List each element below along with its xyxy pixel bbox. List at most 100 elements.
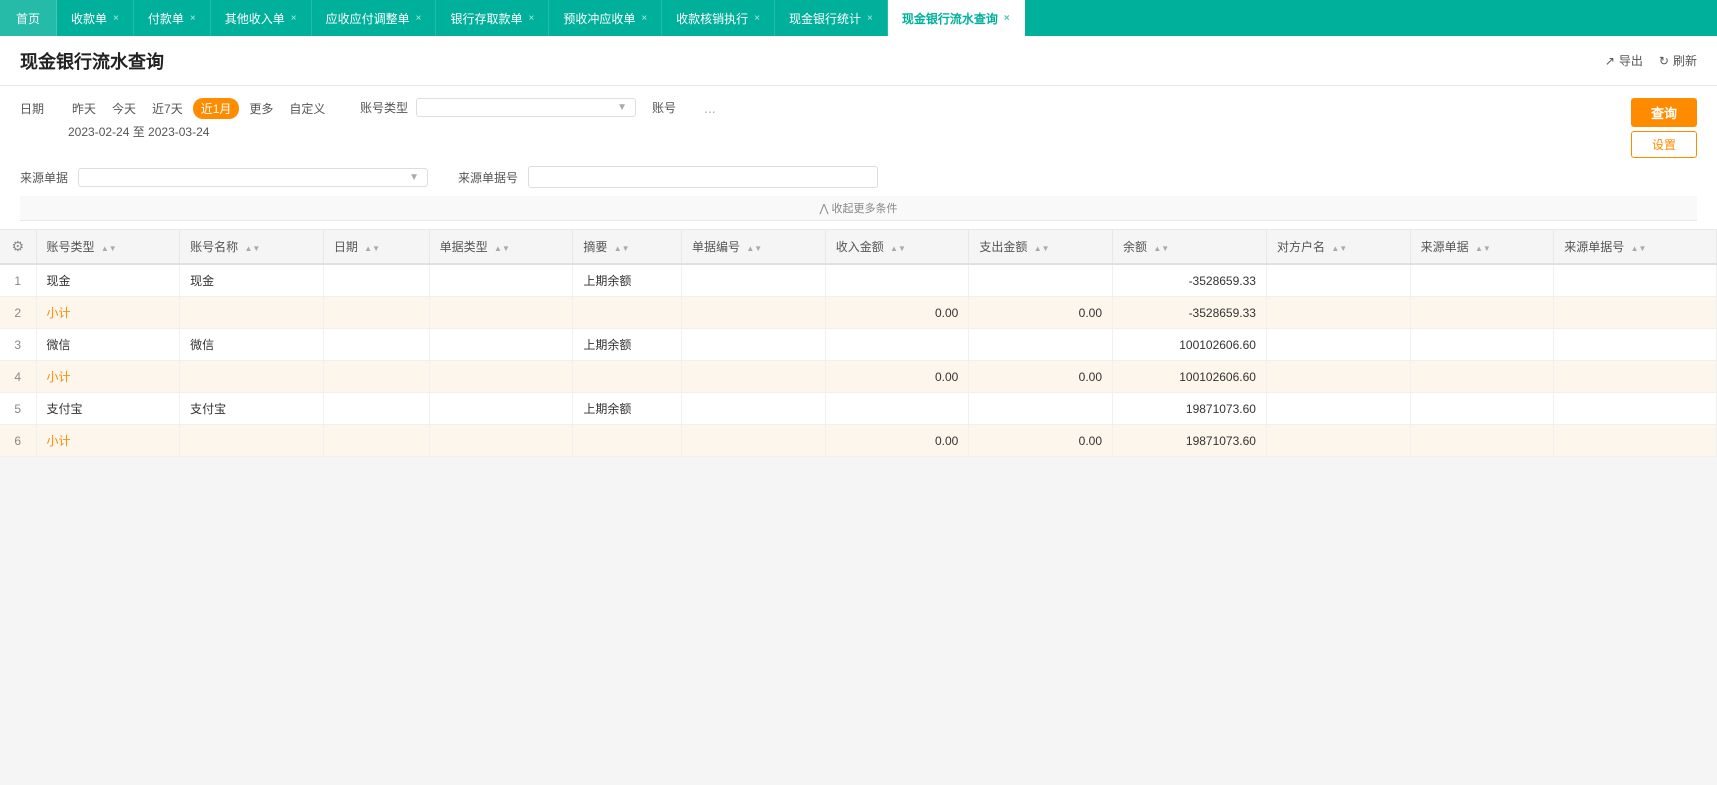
action-buttons: 查询 设置 — [1631, 98, 1697, 158]
table-cell — [573, 297, 682, 329]
col-balance[interactable]: 余额 ▲▼ — [1113, 230, 1267, 264]
col-counterparty[interactable]: 对方户名 ▲▼ — [1266, 230, 1410, 264]
query-button[interactable]: 查询 — [1631, 98, 1697, 127]
close-icon[interactable]: × — [113, 13, 119, 24]
table-cell — [682, 329, 826, 361]
col-account-name[interactable]: 账号名称 ▲▼ — [180, 230, 324, 264]
col-source-doc-num[interactable]: 来源单据号 ▲▼ — [1554, 230, 1717, 264]
table-cell — [1554, 393, 1717, 425]
table-cell — [573, 361, 682, 393]
sort-icon: ▲▼ — [1331, 245, 1347, 253]
export-button[interactable]: ↗ 导出 — [1605, 52, 1643, 69]
table-cell — [682, 297, 826, 329]
close-icon[interactable]: × — [641, 13, 647, 24]
source-doc-select[interactable]: ▼ — [78, 168, 428, 187]
table-cell: 5 — [0, 393, 36, 425]
table-cell: 1 — [0, 264, 36, 297]
date-option-custom[interactable]: 自定义 — [283, 98, 331, 119]
table-cell — [1266, 329, 1410, 361]
table-row: 4小计0.000.00100102606.60 — [0, 361, 1717, 393]
table-cell — [969, 264, 1113, 297]
table-cell — [323, 361, 429, 393]
collapse-bar[interactable]: ⋀ 收起更多条件 — [20, 196, 1697, 221]
table-cell: 小计 — [36, 425, 180, 457]
col-doc-type[interactable]: 单据类型 ▲▼ — [429, 230, 573, 264]
table-cell: -3528659.33 — [1113, 264, 1267, 297]
close-icon[interactable]: × — [867, 13, 873, 24]
gear-icon[interactable]: ⚙ — [11, 238, 24, 254]
table-cell — [1410, 425, 1554, 457]
nav-tab-tongji[interactable]: 现金银行统计 × — [775, 0, 888, 36]
date-option-more[interactable]: 更多 — [243, 98, 279, 119]
col-account-type[interactable]: 账号类型 ▲▼ — [36, 230, 180, 264]
table-cell — [1554, 264, 1717, 297]
table-cell: 0.00 — [969, 361, 1113, 393]
nav-tab-shoudan[interactable]: 收款单 × — [57, 0, 134, 36]
table-row: 5支付宝支付宝上期余额19871073.60 — [0, 393, 1717, 425]
table-cell — [682, 361, 826, 393]
col-date[interactable]: 日期 ▲▼ — [323, 230, 429, 264]
settings-button[interactable]: 设置 — [1631, 131, 1697, 158]
table-cell: 19871073.60 — [1113, 393, 1267, 425]
col-source-doc[interactable]: 来源单据 ▲▼ — [1410, 230, 1554, 264]
table-cell — [1266, 425, 1410, 457]
nav-tab-yushou[interactable]: 预收冲应收单 × — [549, 0, 662, 36]
close-icon[interactable]: × — [1004, 13, 1010, 24]
table-cell: 上期余额 — [573, 393, 682, 425]
table-row: 6小计0.000.0019871073.60 — [0, 425, 1717, 457]
table-cell: 现金 — [180, 264, 324, 297]
table-row: 1现金现金上期余额-3528659.33 — [0, 264, 1717, 297]
table-cell: 4 — [0, 361, 36, 393]
table-cell: 3 — [0, 329, 36, 361]
table-cell: 0.00 — [969, 425, 1113, 457]
nav-tab-qitashouru[interactable]: 其他收入单 × — [211, 0, 312, 36]
header-actions: ↗ 导出 ↻ 刷新 — [1605, 52, 1697, 69]
nav-tab-fukuan[interactable]: 付款单 × — [134, 0, 211, 36]
source-doc-num-input[interactable] — [528, 166, 878, 188]
table-header-row: ⚙ 账号类型 ▲▼ 账号名称 ▲▼ 日期 ▲▼ 单据类型 ▲▼ — [0, 230, 1717, 264]
sort-icon: ▲▼ — [1631, 245, 1647, 253]
more-options-icon[interactable]: ... — [700, 100, 720, 116]
table-cell — [323, 264, 429, 297]
table-cell — [1266, 297, 1410, 329]
table-cell — [825, 393, 969, 425]
date-option-today[interactable]: 今天 — [106, 98, 142, 119]
date-option-7days[interactable]: 近7天 — [146, 98, 189, 119]
table-cell — [429, 264, 573, 297]
nav-tab-yinhang[interactable]: 银行存取款单 × — [436, 0, 549, 36]
date-range-display: 2023-02-24 至 2023-03-24 — [68, 125, 209, 139]
col-income[interactable]: 收入金额 ▲▼ — [825, 230, 969, 264]
table-cell: -3528659.33 — [1113, 297, 1267, 329]
col-doc-number[interactable]: 单据编号 ▲▼ — [682, 230, 826, 264]
close-icon[interactable]: × — [291, 13, 297, 24]
refresh-button[interactable]: ↻ 刷新 — [1659, 52, 1697, 69]
table-cell — [1266, 264, 1410, 297]
date-option-yesterday[interactable]: 昨天 — [66, 98, 102, 119]
top-navigation: 首页 收款单 × 付款单 × 其他收入单 × 应收应付调整单 × 银行存取款单 … — [0, 0, 1717, 36]
table-cell — [323, 297, 429, 329]
close-icon[interactable]: × — [528, 13, 534, 24]
table-cell — [825, 329, 969, 361]
table-cell — [180, 297, 324, 329]
col-summary[interactable]: 摘要 ▲▼ — [573, 230, 682, 264]
nav-tab-liushui[interactable]: 现金银行流水查询 × — [888, 0, 1025, 36]
nav-tab-yingshou[interactable]: 应收应付调整单 × — [312, 0, 437, 36]
table-cell: 现金 — [36, 264, 180, 297]
sort-icon: ▲▼ — [494, 245, 510, 253]
account-type-select[interactable]: ▼ — [416, 98, 636, 117]
table-row: 3微信微信上期余额100102606.60 — [0, 329, 1717, 361]
sort-icon: ▲▼ — [1153, 245, 1169, 253]
table-cell — [1554, 425, 1717, 457]
sort-icon: ▲▼ — [890, 245, 906, 253]
collapse-icon: ⋀ — [819, 203, 831, 215]
table-cell: 上期余额 — [573, 329, 682, 361]
close-icon[interactable]: × — [754, 13, 760, 24]
nav-tab-shoukuan[interactable]: 收款核销执行 × — [662, 0, 775, 36]
col-expense[interactable]: 支出金额 ▲▼ — [969, 230, 1113, 264]
date-option-1month[interactable]: 近1月 — [193, 98, 240, 119]
close-icon[interactable]: × — [190, 13, 196, 24]
nav-home[interactable]: 首页 — [0, 0, 57, 36]
close-icon[interactable]: × — [416, 13, 422, 24]
filter-area: 日期 昨天 今天 近7天 近1月 更多 自定义 2023-02-24 至 202… — [0, 86, 1717, 230]
table-cell: 小计 — [36, 297, 180, 329]
